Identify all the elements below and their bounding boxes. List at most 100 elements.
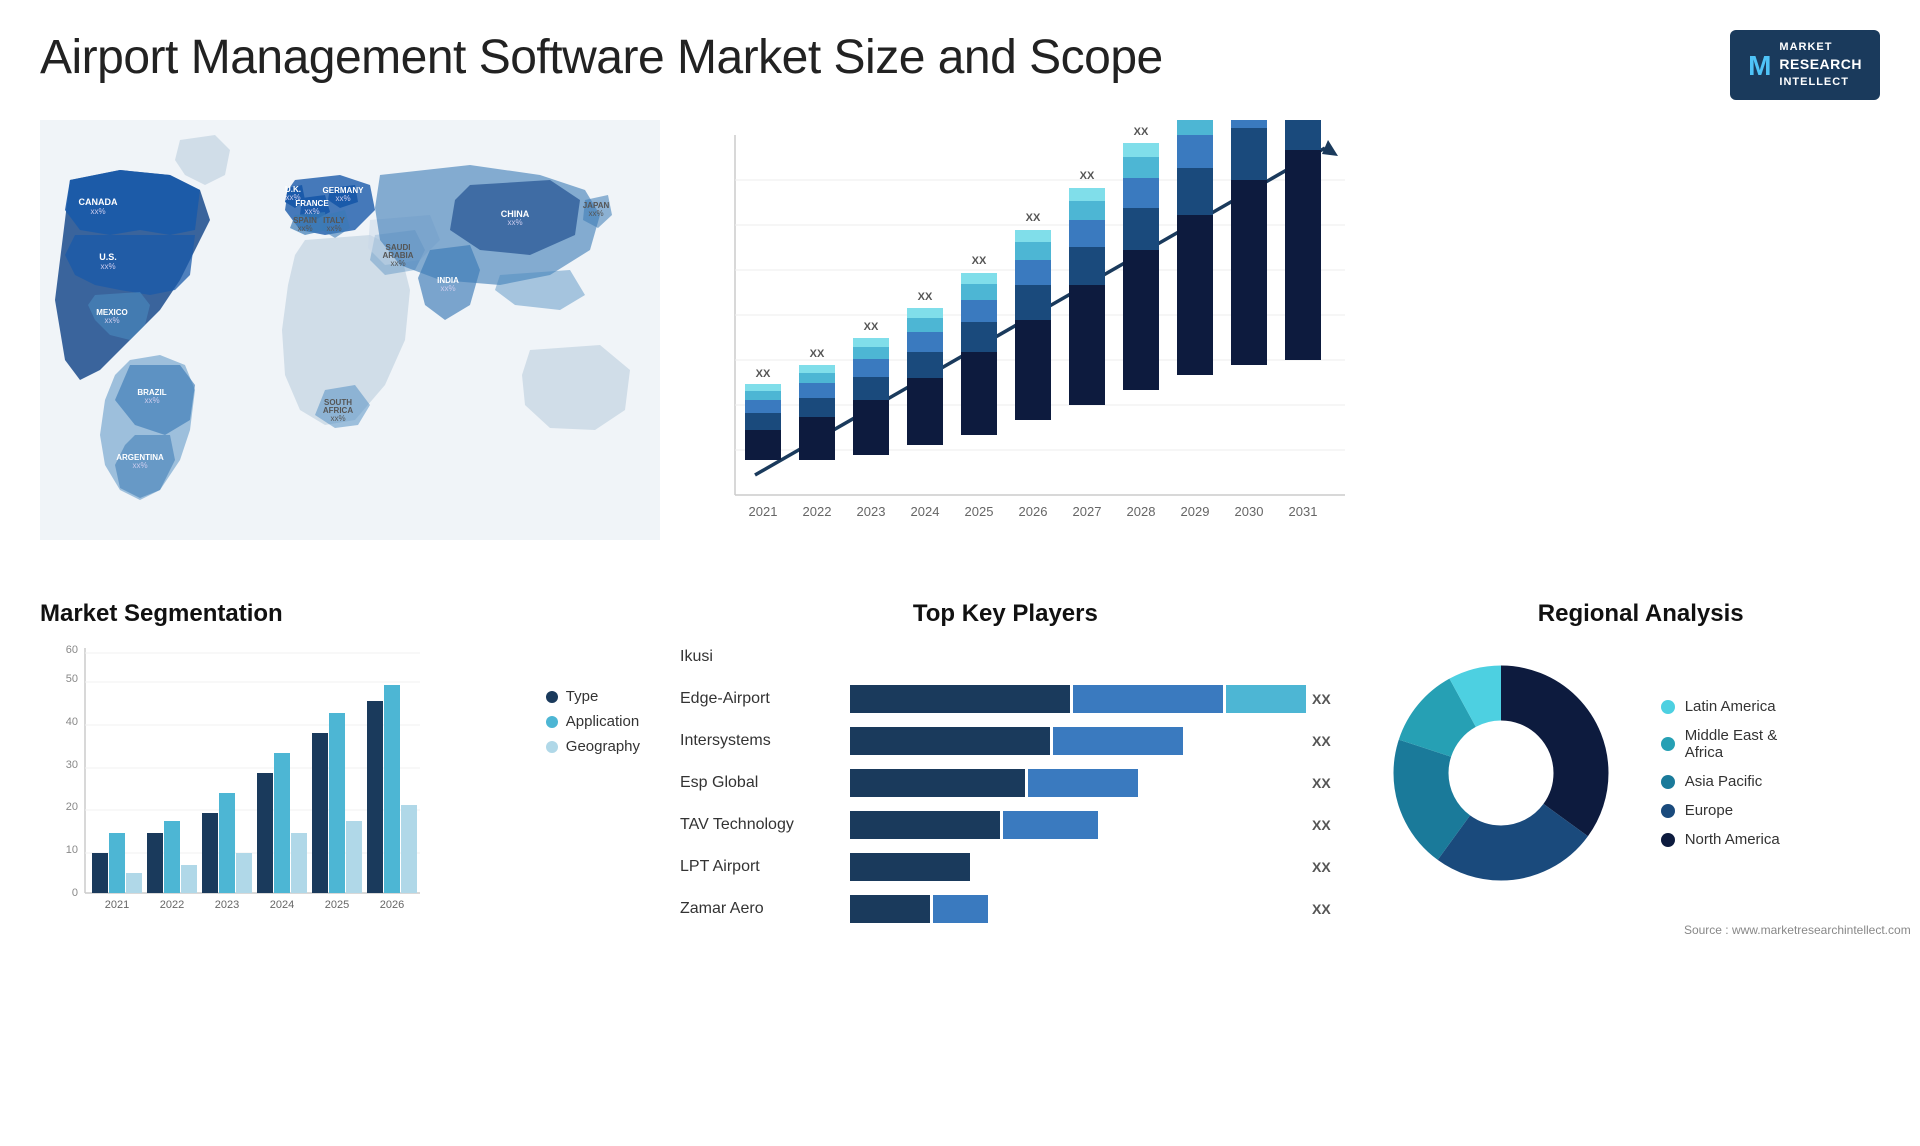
player-name-zamar: Zamar Aero <box>680 900 840 918</box>
bar-chart: XX 2021 XX 2022 XX 2023 <box>680 120 1870 550</box>
svg-text:XX: XX <box>918 291 933 303</box>
svg-text:CANADA: CANADA <box>79 197 118 207</box>
svg-text:XX: XX <box>1080 170 1095 182</box>
legend-apac-dot <box>1661 775 1675 789</box>
player-xx-tav: XX <box>1312 817 1331 833</box>
svg-text:XX: XX <box>1296 120 1311 123</box>
world-map: CANADA xx% U.S. xx% MEXICO xx% BRAZIL xx… <box>40 120 650 560</box>
legend-mea-dot <box>1661 737 1675 751</box>
svg-text:2027: 2027 <box>1073 504 1102 519</box>
seg-chart-wrapper: 0 10 20 30 40 50 60 <box>40 638 660 958</box>
legend-europe: Europe <box>1661 802 1780 819</box>
svg-text:50: 50 <box>66 673 78 685</box>
key-players-title: Top Key Players <box>680 600 1331 628</box>
player-row-lpt: LPT Airport XX <box>680 853 1331 881</box>
svg-text:xx%: xx% <box>304 207 319 216</box>
donut-chart <box>1371 643 1631 903</box>
svg-text:2024: 2024 <box>270 899 294 911</box>
player-row-ikusi: Ikusi <box>680 643 1331 671</box>
player-xx-edge: XX <box>1312 691 1331 707</box>
page-title: Airport Management Software Market Size … <box>40 30 1163 85</box>
svg-text:XX: XX <box>864 321 879 333</box>
player-row-edge: Edge-Airport XX <box>680 685 1331 713</box>
legend-type-dot <box>546 691 558 703</box>
donut-container: Latin America Middle East &Africa Asia P… <box>1371 643 1911 903</box>
svg-text:2021: 2021 <box>749 504 778 519</box>
content-grid: CANADA xx% U.S. xx% MEXICO xx% BRAZIL xx… <box>0 110 1920 968</box>
svg-text:2022: 2022 <box>160 899 184 911</box>
logo-text: MARKET RESEARCH INTELLECT <box>1779 40 1862 90</box>
svg-text:XX: XX <box>810 348 825 360</box>
svg-text:xx%: xx% <box>507 218 522 227</box>
player-bars-lpt: XX <box>850 853 1331 881</box>
legend-europe-dot <box>1661 804 1675 818</box>
chart-section: XX 2021 XX 2022 XX 2023 <box>670 110 1900 590</box>
svg-text:xx%: xx% <box>100 262 115 271</box>
svg-text:xx%: xx% <box>90 207 105 216</box>
legend-noam: North America <box>1661 831 1780 848</box>
player-bars-tav: XX <box>850 811 1331 839</box>
svg-text:U.S.: U.S. <box>99 252 117 262</box>
segmentation-section: Market Segmentation 0 10 20 30 40 50 60 <box>40 600 660 958</box>
seg-legend: Type Application Geography <box>546 688 640 755</box>
legend-mea-label: Middle East &Africa <box>1685 727 1778 761</box>
svg-text:2025: 2025 <box>965 504 994 519</box>
svg-text:xx%: xx% <box>330 414 345 423</box>
svg-text:2025: 2025 <box>325 899 349 911</box>
legend-noam-dot <box>1661 833 1675 847</box>
svg-text:2029: 2029 <box>1181 504 1210 519</box>
svg-text:2030: 2030 <box>1235 504 1264 519</box>
svg-text:2031: 2031 <box>1289 504 1318 519</box>
svg-text:2023: 2023 <box>857 504 886 519</box>
svg-text:XX: XX <box>756 368 771 380</box>
svg-text:xx%: xx% <box>588 209 603 218</box>
svg-text:20: 20 <box>66 801 78 813</box>
player-name-lpt: LPT Airport <box>680 858 840 876</box>
svg-text:60: 60 <box>66 644 78 656</box>
player-row-tav: TAV Technology XX <box>680 811 1331 839</box>
legend-apac: Asia Pacific <box>1661 773 1780 790</box>
svg-text:30: 30 <box>66 759 78 771</box>
bottom-grid: Market Segmentation 0 10 20 30 40 50 60 <box>20 590 1900 968</box>
svg-text:xx%: xx% <box>104 316 119 325</box>
player-name-esp: Esp Global <box>680 774 840 792</box>
svg-text:0: 0 <box>72 887 78 899</box>
source-text: Source : www.marketresearchintellect.com <box>1371 923 1911 937</box>
legend-latin: Latin America <box>1661 698 1780 715</box>
svg-text:2024: 2024 <box>911 504 940 519</box>
svg-text:xx%: xx% <box>144 396 159 405</box>
key-players-section: Top Key Players Ikusi Edge-Airport XX <box>660 600 1351 958</box>
svg-text:xx%: xx% <box>132 461 147 470</box>
legend-geography: Geography <box>546 738 640 755</box>
legend-latin-dot <box>1661 700 1675 714</box>
svg-text:xx%: xx% <box>326 224 341 233</box>
legend-application-dot <box>546 716 558 728</box>
player-name-inter: Intersystems <box>680 732 840 750</box>
player-row-inter: Intersystems XX <box>680 727 1331 755</box>
svg-text:XX: XX <box>1188 120 1203 123</box>
svg-text:2022: 2022 <box>803 504 832 519</box>
regional-section: Regional Analysis <box>1351 600 1920 958</box>
player-name-ikusi: Ikusi <box>680 648 840 666</box>
logo: M MARKET RESEARCH INTELLECT <box>1730 30 1880 100</box>
legend-latin-label: Latin America <box>1685 698 1776 715</box>
map-section: CANADA xx% U.S. xx% MEXICO xx% BRAZIL xx… <box>20 110 670 590</box>
legend-europe-label: Europe <box>1685 802 1733 819</box>
player-row-zamar: Zamar Aero XX <box>680 895 1331 923</box>
svg-text:XX: XX <box>1242 120 1257 123</box>
regional-title: Regional Analysis <box>1371 600 1911 628</box>
player-xx-esp: XX <box>1312 775 1331 791</box>
legend-mea: Middle East &Africa <box>1661 727 1780 761</box>
legend-apac-label: Asia Pacific <box>1685 773 1763 790</box>
svg-text:2023: 2023 <box>215 899 239 911</box>
svg-text:2026: 2026 <box>1019 504 1048 519</box>
player-xx-zamar: XX <box>1312 901 1331 917</box>
svg-text:xx%: xx% <box>440 284 455 293</box>
svg-text:2026: 2026 <box>380 899 404 911</box>
legend-application: Application <box>546 713 640 730</box>
player-xx-inter: XX <box>1312 733 1331 749</box>
player-name-edge: Edge-Airport <box>680 690 840 708</box>
svg-text:10: 10 <box>66 844 78 856</box>
legend-noam-label: North America <box>1685 831 1780 848</box>
player-bars-edge: XX <box>850 685 1331 713</box>
